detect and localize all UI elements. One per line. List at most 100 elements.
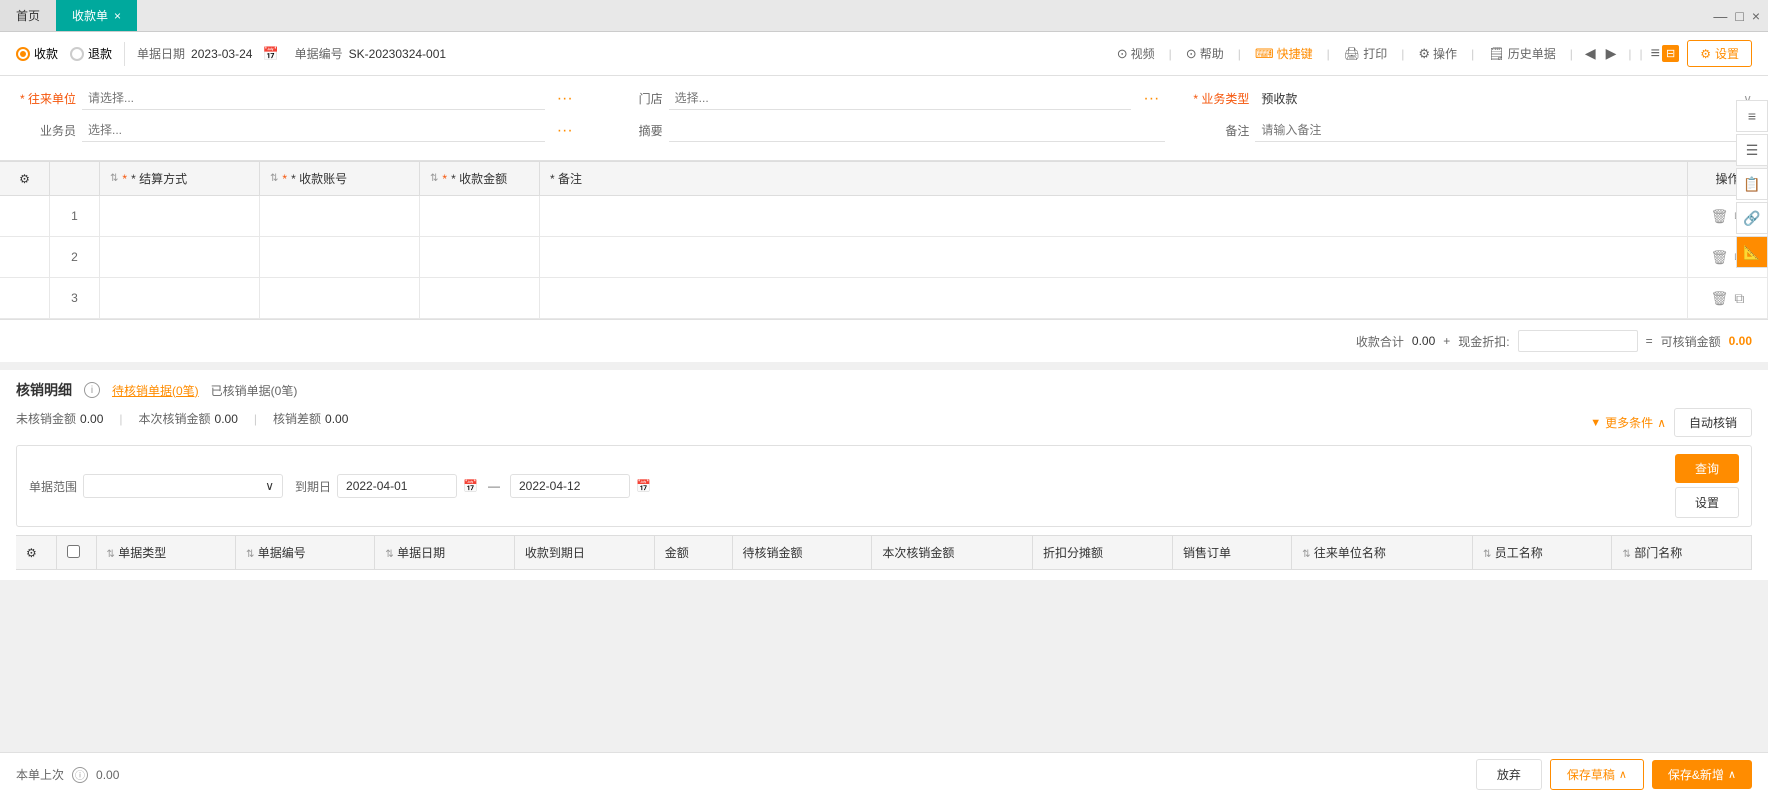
tab-receipt[interactable]: 收款单 × <box>56 0 137 31</box>
row2-remark[interactable] <box>540 237 1688 277</box>
video-button[interactable]: ⊙ 视频 <box>1111 43 1161 64</box>
operation-button[interactable]: ⚙ 操作 <box>1412 43 1463 64</box>
more-conditions-button[interactable]: ▼ 更多条件 ∧ <box>1590 414 1666 431</box>
th-settings[interactable]: ⚙ <box>16 536 56 570</box>
th-checkbox[interactable] <box>56 536 96 570</box>
cal-to-icon[interactable]: 📅 <box>636 479 651 493</box>
row2-amount[interactable] <box>420 237 540 277</box>
minimize-button[interactable]: — <box>1713 8 1727 24</box>
next-button[interactable]: ▶ <box>1602 43 1621 64</box>
radio-refund[interactable]: 退款 <box>70 45 112 62</box>
th-amount: 金额 <box>654 536 732 570</box>
history-button[interactable]: 🗒 历史单据 <box>1482 43 1562 64</box>
row3-amount[interactable] <box>420 278 540 318</box>
sidebar-icon-3[interactable]: 📋 <box>1736 168 1768 200</box>
number-label: 单据编号 <box>295 45 343 62</box>
filter-row: 单据范围 ∨ 到期日 📅 — 📅 查询 设置 <box>16 445 1752 527</box>
current-amount-label: 本次核销金额 <box>882 546 954 560</box>
diff-value: 0.00 <box>325 412 348 426</box>
completed-tab[interactable]: 已核销单据(0笔) <box>211 382 298 399</box>
cal-from-icon[interactable]: 📅 <box>463 479 478 493</box>
counterpart-sort-icon[interactable]: ⇅ <box>1302 549 1310 560</box>
pending-tab[interactable]: 待核销单据(0笔) <box>112 382 199 399</box>
sidebar-icon-5[interactable]: 📐 <box>1736 236 1768 268</box>
calendar-icon[interactable]: 📅 <box>258 44 282 64</box>
remark-input[interactable] <box>1255 119 1752 142</box>
row1-amount[interactable] <box>420 196 540 236</box>
help-button[interactable]: ⊙ 帮助 <box>1180 43 1230 64</box>
filter-settings-button[interactable]: 设置 <box>1675 487 1739 518</box>
tab-bar: 首页 收款单 × — □ × <box>0 0 1768 32</box>
store-field: 门店 ··· <box>603 87 1166 110</box>
row3-copy-icon[interactable]: ⧉ <box>1734 290 1744 307</box>
row1-delete-icon[interactable]: 🗑 <box>1711 208 1729 225</box>
query-button[interactable]: 查询 <box>1675 454 1739 483</box>
row2-account[interactable] <box>260 237 420 277</box>
discount-input[interactable] <box>1518 330 1638 352</box>
tab-close-icon[interactable]: × <box>114 9 121 23</box>
range-select[interactable]: ∨ <box>83 474 283 498</box>
staff-more-icon[interactable]: ··· <box>551 123 579 139</box>
amount-sort-icon[interactable]: ⇅ <box>430 173 438 184</box>
reconcile-info-icon[interactable]: i <box>84 382 100 398</box>
save-new-dropdown-icon[interactable]: ∧ <box>1728 768 1736 781</box>
remark-label-header: * 备注 <box>550 170 582 187</box>
table-amount-header: ⇅ * * 收款金额 <box>420 162 540 195</box>
unreconciled-label: 未核销金额 <box>16 410 76 427</box>
doc-no-sort-icon[interactable]: ⇅ <box>246 549 254 560</box>
row1-account[interactable] <box>260 196 420 236</box>
maximize-button[interactable]: □ <box>1735 8 1743 24</box>
counterpart-input[interactable] <box>82 87 545 110</box>
grid-view-icon[interactable]: ⊟ <box>1662 45 1679 62</box>
bottom-info-icon[interactable]: ⓘ <box>72 767 88 783</box>
abandon-button[interactable]: 放弃 <box>1476 759 1542 790</box>
radio-receipt[interactable]: 收款 <box>16 45 58 62</box>
store-more-icon[interactable]: ··· <box>1137 91 1165 107</box>
sidebar-icon-4[interactable]: 🔗 <box>1736 202 1768 234</box>
row3-delete-icon[interactable]: 🗑 <box>1711 290 1729 307</box>
reconcile-table-head: ⚙ ⇅ 单据类型 ⇅ 单据编号 ⇅ 单据日期 收款到期日 <box>16 536 1752 570</box>
jiesuan-sort-icon[interactable]: ⇅ <box>110 173 118 184</box>
th-doc-date: ⇅ 单据日期 <box>375 536 514 570</box>
tab-home[interactable]: 首页 <box>0 0 56 31</box>
staff-input[interactable] <box>82 119 545 142</box>
store-input[interactable] <box>669 87 1132 110</box>
dept-sort-icon[interactable]: ⇅ <box>1622 549 1630 560</box>
right-sidebar: ≡ ☰ 📋 🔗 📐 <box>1736 100 1768 268</box>
settings-button[interactable]: ⚙ 设置 <box>1687 40 1752 67</box>
row1-remark[interactable] <box>540 196 1688 236</box>
table-row: 2 🗑 ⧉ <box>0 237 1768 278</box>
doc-type-sort-icon[interactable]: ⇅ <box>107 549 115 560</box>
select-all-checkbox[interactable] <box>67 545 80 558</box>
save-draft-button[interactable]: 保存草稿 ∧ <box>1550 759 1644 790</box>
prev-button[interactable]: ◀ <box>1581 43 1600 64</box>
table-settings-header[interactable]: ⚙ <box>0 162 50 195</box>
due-date-to-input[interactable] <box>510 474 630 498</box>
list-view-icon[interactable]: ≡ <box>1651 45 1660 63</box>
shortcut-button[interactable]: ⌨ 快捷键 <box>1249 43 1319 64</box>
current-label: 本次核销金额 <box>139 410 211 427</box>
save-draft-dropdown-icon[interactable]: ∧ <box>1619 768 1627 781</box>
staff-sort-icon[interactable]: ⇅ <box>1483 549 1491 560</box>
shortcut-label: 快捷键 <box>1277 45 1313 62</box>
row3-account[interactable] <box>260 278 420 318</box>
account-sort-icon[interactable]: ⇅ <box>270 173 278 184</box>
due-date-from-input[interactable] <box>337 474 457 498</box>
row3-remark[interactable] <box>540 278 1688 318</box>
print-button[interactable]: 🖨 打印 <box>1338 43 1394 64</box>
summary-row: 收款合计 0.00 + 现金折扣: = 可核销金额 0.00 <box>0 319 1768 362</box>
close-button[interactable]: × <box>1752 8 1760 24</box>
summary-input[interactable] <box>669 119 1166 142</box>
doc-date-sort-icon[interactable]: ⇅ <box>385 549 393 560</box>
date-value[interactable]: 2023-03-24 <box>191 47 252 61</box>
row2-delete-icon[interactable]: 🗑 <box>1711 249 1729 266</box>
save-new-button[interactable]: 保存&新增 ∧ <box>1652 760 1752 789</box>
sidebar-icon-1[interactable]: ≡ <box>1736 100 1768 132</box>
auto-reconcile-button[interactable]: 自动核销 <box>1674 408 1752 437</box>
row1-jiesuan[interactable] <box>100 196 260 236</box>
sidebar-icon-2[interactable]: ☰ <box>1736 134 1768 166</box>
row2-jiesuan[interactable] <box>100 237 260 277</box>
table-settings-icon: ⚙ <box>19 172 30 186</box>
counterpart-more-icon[interactable]: ··· <box>551 91 579 107</box>
row3-jiesuan[interactable] <box>100 278 260 318</box>
